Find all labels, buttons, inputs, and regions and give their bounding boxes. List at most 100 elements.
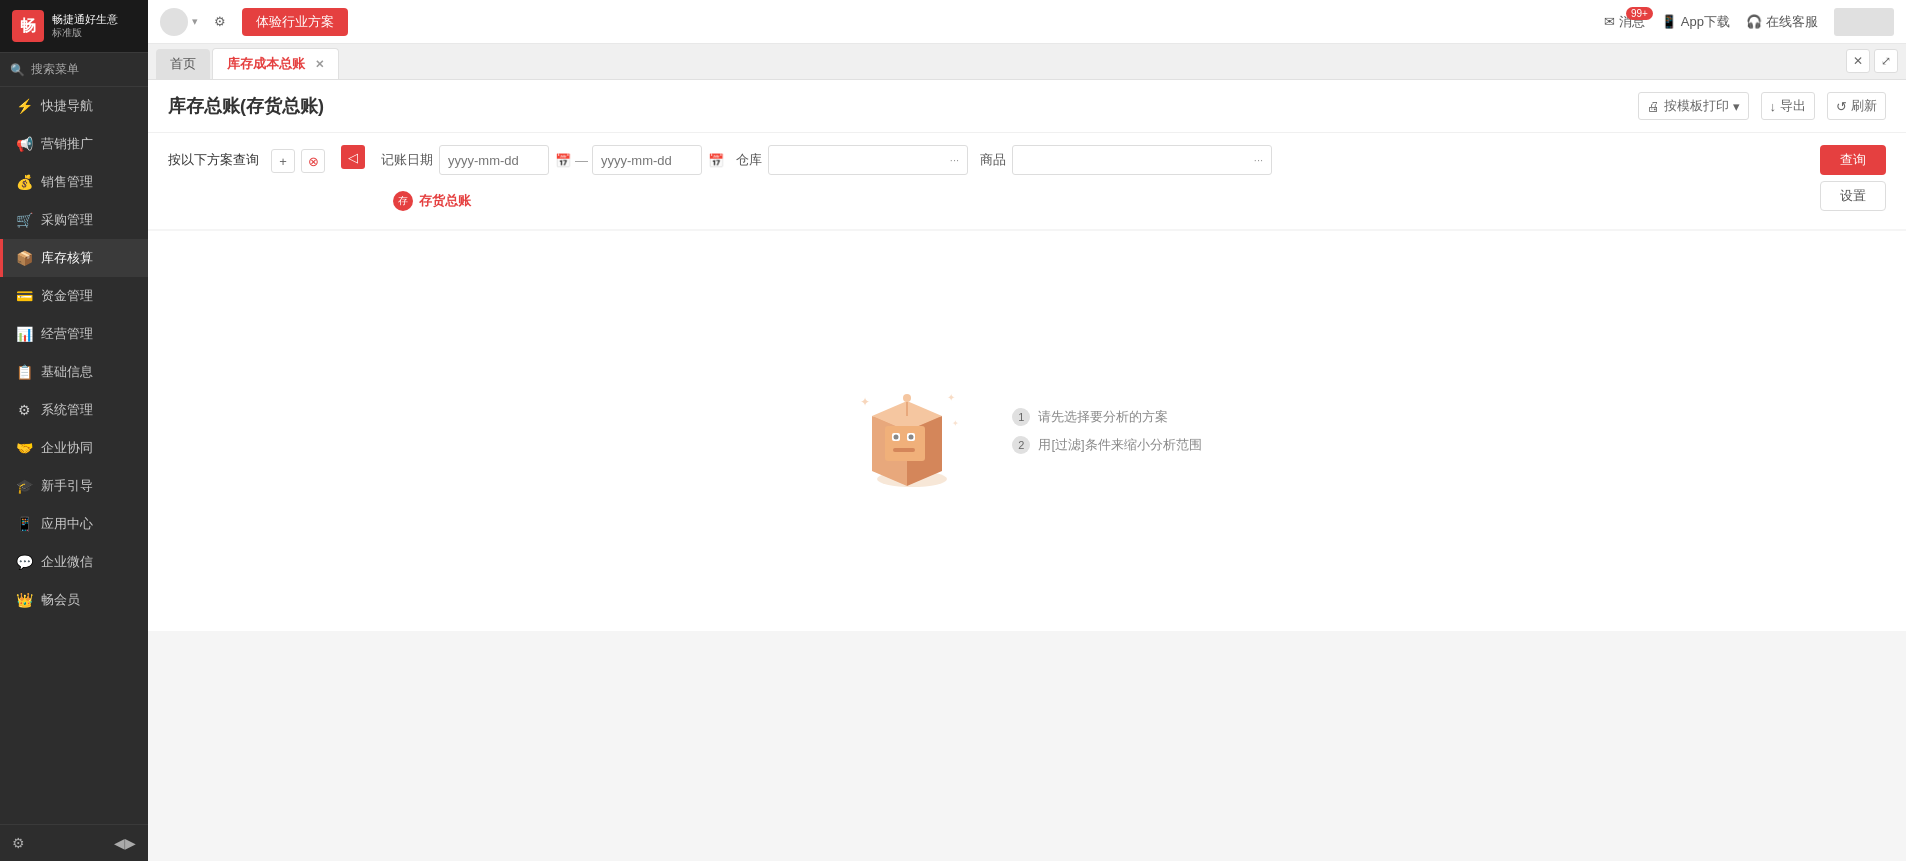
collapse-icon[interactable]: ◀▶ bbox=[114, 835, 136, 851]
svg-rect-5 bbox=[885, 426, 925, 461]
print-dropdown-icon: ▾ bbox=[1733, 99, 1740, 114]
topbar-settings-icon[interactable]: ⚙ bbox=[206, 8, 234, 36]
collapse-filter-button[interactable]: ◁ bbox=[341, 145, 365, 169]
sidebar-nav: ⚡ 快捷导航 📢 营销推广 💰 销售管理 🛒 采购管理 📦 库存核算 💳 资金管… bbox=[0, 87, 148, 824]
svg-text:✦: ✦ bbox=[947, 392, 955, 403]
sidebar-item-label: 快捷导航 bbox=[41, 97, 93, 115]
sidebar-item-sales[interactable]: 💰 销售管理 bbox=[0, 163, 148, 201]
scheme-icon: 存 bbox=[393, 191, 413, 211]
page-header: 库存总账(存货总账) 🖨 按模板打印 ▾ ↓ 导出 ↺ 刷新 bbox=[148, 80, 1906, 133]
trial-button[interactable]: 体验行业方案 bbox=[242, 8, 348, 36]
sidebar-item-quick-nav[interactable]: ⚡ 快捷导航 bbox=[0, 87, 148, 125]
hint-text-1: 请先选择要分析的方案 bbox=[1038, 408, 1168, 426]
message-badge: 99+ bbox=[1626, 7, 1653, 20]
app-badge: 标准版 bbox=[52, 26, 118, 40]
empty-content: ✦ ✦ ✦ 1 请先选择要分析的方案 2 用[过滤]条件来缩小分析范围 bbox=[852, 371, 1201, 491]
search-button[interactable]: 查询 bbox=[1820, 145, 1886, 175]
empty-svg: ✦ ✦ ✦ bbox=[852, 371, 972, 491]
sidebar-item-app-center[interactable]: 📱 应用中心 bbox=[0, 505, 148, 543]
svg-point-12 bbox=[903, 394, 911, 402]
sidebar-item-wechat[interactable]: 💬 企业微信 bbox=[0, 543, 148, 581]
sidebar: 畅 畅捷通好生意 标准版 🔍 搜索菜单 ⚡ 快捷导航 📢 营销推广 💰 销售管理… bbox=[0, 0, 148, 861]
app-download-item[interactable]: 📱 App下载 bbox=[1661, 13, 1730, 31]
goods-label: 商品 bbox=[980, 151, 1006, 169]
filter-settings-button[interactable]: 设置 bbox=[1820, 181, 1886, 211]
empty-hint-1: 1 请先选择要分析的方案 bbox=[1012, 408, 1201, 426]
sidebar-item-label: 企业协同 bbox=[41, 439, 93, 457]
sidebar-item-label: 基础信息 bbox=[41, 363, 93, 381]
topbar-user-area[interactable]: ▾ bbox=[160, 8, 198, 36]
app-center-icon: 📱 bbox=[15, 516, 33, 532]
sidebar-item-operations[interactable]: 📊 经营管理 bbox=[0, 315, 148, 353]
tabbar-right: ✕ ⤢ bbox=[1846, 49, 1898, 73]
sidebar-item-marketing[interactable]: 📢 营销推广 bbox=[0, 125, 148, 163]
tab-close-btn[interactable]: ✕ bbox=[1846, 49, 1870, 73]
sidebar-item-purchase[interactable]: 🛒 采购管理 bbox=[0, 201, 148, 239]
sidebar-footer: ⚙ ◀▶ bbox=[0, 824, 148, 861]
print-icon: 🖨 bbox=[1647, 99, 1660, 114]
app-name: 畅捷通好生意 bbox=[52, 12, 118, 26]
date-start-input[interactable] bbox=[439, 145, 549, 175]
empty-area: ✦ ✦ ✦ 1 请先选择要分析的方案 2 用[过滤]条件来缩小分析范围 bbox=[148, 231, 1906, 631]
calendar-start-icon[interactable]: 📅 bbox=[555, 153, 571, 168]
filter-label: 按以下方案查询 bbox=[168, 145, 259, 169]
sidebar-item-label: 新手引导 bbox=[41, 477, 93, 495]
sidebar-item-label: 资金管理 bbox=[41, 287, 93, 305]
basic-info-icon: 📋 bbox=[15, 364, 33, 380]
date-end-input[interactable] bbox=[592, 145, 702, 175]
sidebar-item-label: 经营管理 bbox=[41, 325, 93, 343]
sidebar-item-finance[interactable]: 💳 资金管理 bbox=[0, 277, 148, 315]
enterprise-icon: 🤝 bbox=[15, 440, 33, 456]
search-icon: 🔍 bbox=[10, 63, 25, 77]
export-button[interactable]: ↓ 导出 bbox=[1761, 92, 1816, 120]
topbar-left: ▾ ⚙ 体验行业方案 bbox=[160, 8, 1604, 36]
empty-hint-2: 2 用[过滤]条件来缩小分析范围 bbox=[1012, 436, 1201, 454]
finance-icon: 💳 bbox=[15, 288, 33, 304]
tab-inventory-ledger[interactable]: 库存成本总账 ✕ bbox=[212, 48, 339, 79]
svg-point-9 bbox=[909, 435, 914, 440]
sidebar-search-label: 搜索菜单 bbox=[31, 61, 79, 78]
sidebar-item-inventory[interactable]: 📦 库存核算 bbox=[0, 239, 148, 277]
hint-text-2: 用[过滤]条件来缩小分析范围 bbox=[1038, 436, 1201, 454]
sidebar-item-member[interactable]: 👑 畅会员 bbox=[0, 581, 148, 619]
refresh-label: 刷新 bbox=[1851, 97, 1877, 115]
refresh-button[interactable]: ↺ 刷新 bbox=[1827, 92, 1886, 120]
tab-home[interactable]: 首页 bbox=[156, 49, 210, 79]
system-icon: ⚙ bbox=[15, 402, 33, 418]
logo-icon: 畅 bbox=[12, 10, 44, 42]
date-filter-field: 记账日期 📅 — 📅 bbox=[381, 145, 724, 175]
sidebar-item-enterprise[interactable]: 🤝 企业协同 bbox=[0, 429, 148, 467]
print-label: 按模板打印 bbox=[1664, 97, 1729, 115]
quick-nav-icon: ⚡ bbox=[15, 98, 33, 114]
print-button[interactable]: 🖨 按模板打印 ▾ bbox=[1638, 92, 1749, 120]
member-icon: 👑 bbox=[15, 592, 33, 608]
topbar-username[interactable] bbox=[1834, 8, 1894, 36]
sidebar-item-label: 畅会员 bbox=[41, 591, 80, 609]
warehouse-filter-field: 仓库 ··· bbox=[736, 145, 968, 175]
delete-filter-button[interactable]: ⊗ bbox=[301, 149, 325, 173]
sidebar-item-system[interactable]: ⚙ 系统管理 bbox=[0, 391, 148, 429]
scheme-item[interactable]: 存 存货总账 bbox=[381, 185, 1808, 217]
calendar-end-icon[interactable]: 📅 bbox=[708, 153, 724, 168]
wechat-icon: 💬 bbox=[15, 554, 33, 570]
guide-icon: 🎓 bbox=[15, 478, 33, 494]
sidebar-item-basic-info[interactable]: 📋 基础信息 bbox=[0, 353, 148, 391]
sidebar-item-label: 企业微信 bbox=[41, 553, 93, 571]
online-service-item[interactable]: 🎧 在线客服 bbox=[1746, 13, 1818, 31]
goods-input[interactable]: ··· bbox=[1012, 145, 1272, 175]
marketing-icon: 📢 bbox=[15, 136, 33, 152]
tab-expand-btn[interactable]: ⤢ bbox=[1874, 49, 1898, 73]
tab-close-icon[interactable]: ✕ bbox=[315, 58, 324, 70]
purchase-icon: 🛒 bbox=[15, 212, 33, 228]
empty-hints: 1 请先选择要分析的方案 2 用[过滤]条件来缩小分析范围 bbox=[1012, 408, 1201, 454]
add-filter-button[interactable]: + bbox=[271, 149, 295, 173]
sidebar-item-guide[interactable]: 🎓 新手引导 bbox=[0, 467, 148, 505]
sidebar-search[interactable]: 🔍 搜索菜单 bbox=[0, 53, 148, 87]
filter-main: 记账日期 📅 — 📅 仓库 bbox=[381, 145, 1808, 217]
more-icon: ··· bbox=[950, 154, 959, 166]
message-item[interactable]: ✉ 消息 99+ bbox=[1604, 13, 1645, 31]
warehouse-input[interactable]: ··· bbox=[768, 145, 968, 175]
empty-illustration: ✦ ✦ ✦ bbox=[852, 371, 972, 491]
export-label: 导出 bbox=[1780, 97, 1806, 115]
settings-icon[interactable]: ⚙ bbox=[12, 835, 25, 851]
